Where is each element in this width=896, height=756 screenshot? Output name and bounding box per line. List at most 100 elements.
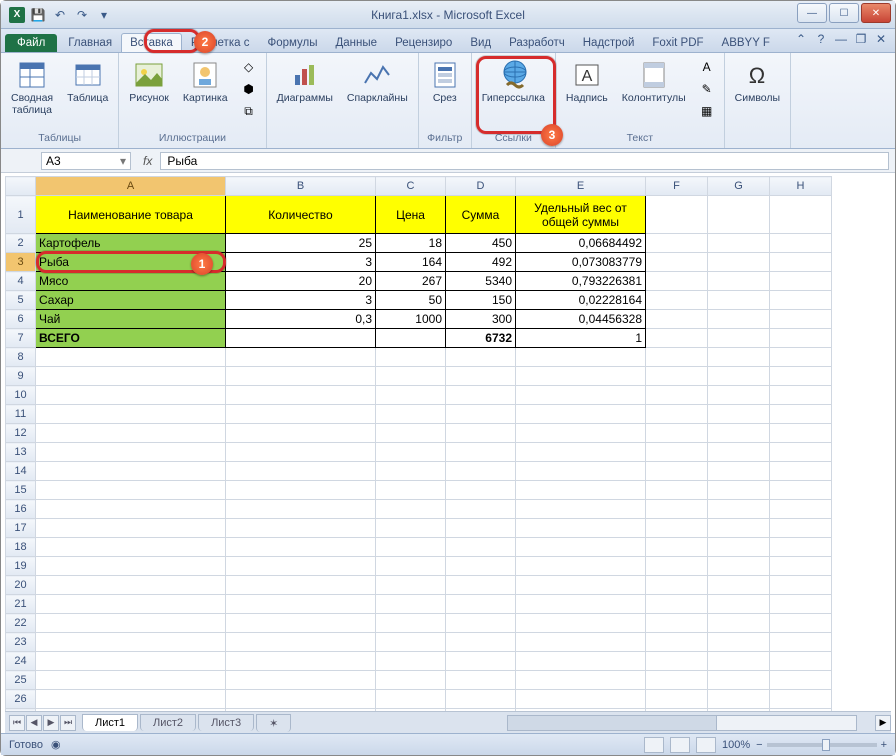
row-header-20[interactable]: 20 <box>6 576 36 595</box>
cell[interactable] <box>226 614 376 633</box>
cell[interactable]: 450 <box>446 234 516 253</box>
cell[interactable] <box>770 443 832 462</box>
cell[interactable] <box>646 424 708 443</box>
cell[interactable] <box>36 500 226 519</box>
sheet-nav-last[interactable]: ⏭ <box>60 715 76 731</box>
select-all-corner[interactable] <box>6 177 36 196</box>
cell[interactable] <box>376 614 446 633</box>
cell[interactable] <box>516 367 646 386</box>
cell[interactable] <box>226 367 376 386</box>
cell[interactable]: 300 <box>446 310 516 329</box>
row-header-18[interactable]: 18 <box>6 538 36 557</box>
cell[interactable] <box>646 690 708 709</box>
row-header-2[interactable]: 2 <box>6 234 36 253</box>
cell[interactable]: 1 <box>516 329 646 348</box>
save-icon[interactable]: 💾 <box>29 6 47 24</box>
cell[interactable] <box>446 633 516 652</box>
cell[interactable] <box>708 348 770 367</box>
cell[interactable] <box>376 386 446 405</box>
cell[interactable] <box>646 367 708 386</box>
cell[interactable] <box>446 367 516 386</box>
qat-more-icon[interactable]: ▾ <box>95 6 113 24</box>
cell[interactable] <box>516 671 646 690</box>
row-header-5[interactable]: 5 <box>6 291 36 310</box>
symbols-button[interactable]: Ω Символы <box>731 57 784 107</box>
cell[interactable] <box>708 310 770 329</box>
cell[interactable]: 3 <box>226 291 376 310</box>
row-header-9[interactable]: 9 <box>6 367 36 386</box>
cell[interactable] <box>646 386 708 405</box>
cell[interactable] <box>770 690 832 709</box>
cell[interactable] <box>516 576 646 595</box>
cell[interactable] <box>708 462 770 481</box>
cell[interactable] <box>708 633 770 652</box>
cell[interactable] <box>646 652 708 671</box>
cell[interactable] <box>770 462 832 481</box>
row-header-12[interactable]: 12 <box>6 424 36 443</box>
cell[interactable] <box>376 595 446 614</box>
cell[interactable] <box>516 462 646 481</box>
cell[interactable] <box>646 595 708 614</box>
cell[interactable] <box>708 367 770 386</box>
cell[interactable] <box>36 443 226 462</box>
wordart-icon[interactable]: A <box>696 57 718 77</box>
cell[interactable]: 267 <box>376 272 446 291</box>
cell[interactable] <box>770 633 832 652</box>
tab-home[interactable]: Главная <box>59 33 121 52</box>
cell[interactable]: ВСЕГО <box>36 329 226 348</box>
cell[interactable] <box>36 367 226 386</box>
cell[interactable] <box>646 443 708 462</box>
cell[interactable] <box>516 652 646 671</box>
tab-addins[interactable]: Надстрой <box>574 33 644 52</box>
sheet-tab-1[interactable]: Лист1 <box>82 714 138 731</box>
cell[interactable] <box>376 500 446 519</box>
cell[interactable] <box>376 424 446 443</box>
sheet-nav-prev[interactable]: ◀ <box>26 715 42 731</box>
cell[interactable] <box>36 538 226 557</box>
cell[interactable] <box>226 538 376 557</box>
cell[interactable] <box>446 652 516 671</box>
cell[interactable] <box>646 462 708 481</box>
cell[interactable] <box>708 196 770 234</box>
cell[interactable] <box>36 690 226 709</box>
cell[interactable] <box>376 405 446 424</box>
cell[interactable] <box>708 690 770 709</box>
cell[interactable] <box>770 671 832 690</box>
row-header-3[interactable]: 3 <box>6 253 36 272</box>
sheet-tab-new[interactable]: ✶ <box>256 714 291 732</box>
macro-record-icon[interactable]: ◉ <box>51 738 61 751</box>
col-header-G[interactable]: G <box>708 177 770 196</box>
cell[interactable] <box>770 310 832 329</box>
row-header-22[interactable]: 22 <box>6 614 36 633</box>
cell[interactable] <box>770 576 832 595</box>
col-header-D[interactable]: D <box>446 177 516 196</box>
col-header-E[interactable]: E <box>516 177 646 196</box>
cell[interactable] <box>770 614 832 633</box>
row-header-25[interactable]: 25 <box>6 671 36 690</box>
cell[interactable] <box>708 234 770 253</box>
cell[interactable] <box>226 443 376 462</box>
cell[interactable] <box>446 386 516 405</box>
cell[interactable] <box>646 538 708 557</box>
col-header-H[interactable]: H <box>770 177 832 196</box>
cell[interactable] <box>770 500 832 519</box>
cell[interactable] <box>226 424 376 443</box>
cell[interactable] <box>376 538 446 557</box>
smartart-icon[interactable]: ⬢ <box>238 79 260 99</box>
maximize-button[interactable]: ☐ <box>829 3 859 23</box>
cell[interactable] <box>376 519 446 538</box>
cell[interactable] <box>708 557 770 576</box>
cell[interactable] <box>770 519 832 538</box>
row-header-6[interactable]: 6 <box>6 310 36 329</box>
cell[interactable]: 0,793226381 <box>516 272 646 291</box>
cell[interactable] <box>376 481 446 500</box>
cell[interactable] <box>36 633 226 652</box>
cell[interactable] <box>770 234 832 253</box>
cell[interactable] <box>36 576 226 595</box>
cell[interactable] <box>708 386 770 405</box>
cell[interactable] <box>376 462 446 481</box>
workbook-min-icon[interactable]: — <box>833 32 849 46</box>
cell[interactable] <box>226 595 376 614</box>
tab-insert[interactable]: Вставка <box>121 33 182 52</box>
tab-data[interactable]: Данные <box>327 33 387 52</box>
